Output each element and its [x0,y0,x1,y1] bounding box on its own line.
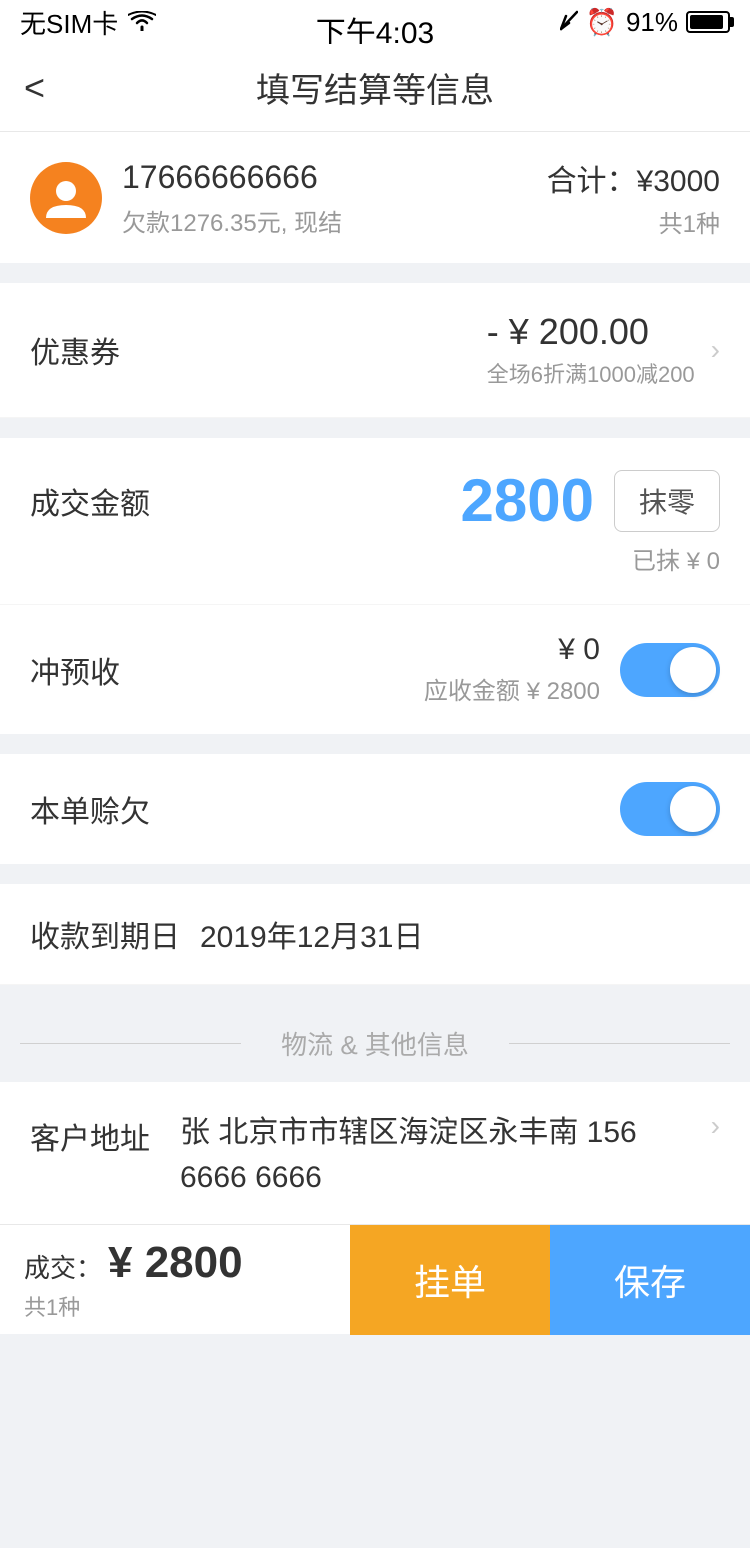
coupon-desc: 全场6折满1000减200 [487,357,695,389]
address-chevron-icon: › [711,1110,720,1142]
prepay-desc: 应收金额 ¥ 2800 [424,671,600,706]
deal-sub-text: 已抹 ¥ 0 [30,541,720,576]
round-zero-button[interactable]: 抹零 [614,470,720,532]
debt-toggle-knob [670,786,716,832]
prepay-label: 冲预收 [30,648,120,692]
status-bar: 无SIM卡 下午4:03 ⏰ 91% [0,0,750,44]
location-icon [560,7,578,38]
section-divider-2 [0,734,750,754]
carrier-text: 无SIM卡 [20,4,118,41]
nav-bar: < 填写结算等信息 [0,44,750,132]
bottom-deal-row: 成交： ¥ 2800 [24,1238,326,1288]
status-left: 无SIM卡 [20,4,156,41]
coupon-value: - ¥ 200.00 [487,311,695,353]
coupon-row[interactable]: 优惠券 - ¥ 200.00 全场6折满1000减200 › [0,283,750,418]
wifi-icon [128,7,156,38]
customer-left: 17666666666 欠款1276.35元, 现结 [30,157,342,238]
prepay-toggle[interactable] [620,643,720,697]
bottom-count: 共1种 [24,1290,326,1322]
page-title: 填写结算等信息 [256,63,494,112]
section-divider-1 [0,418,750,438]
bottom-bar: 成交： ¥ 2800 共1种 挂单 保存 [0,1224,750,1334]
logistics-line-left [20,1043,241,1044]
deal-amount-value: 2800 [461,466,594,535]
chevron-right-icon: › [711,334,720,366]
hang-order-button[interactable]: 挂单 [350,1225,550,1335]
coupon-right: - ¥ 200.00 全场6折满1000减200 › [487,311,720,389]
section-divider-3 [0,864,750,884]
address-section[interactable]: 客户地址 张 北京市市辖区海淀区永丰南 156 6666 6666 › [0,1082,750,1228]
avatar [30,162,102,234]
deal-amount-label: 成交金额 [30,479,150,523]
bottom-summary: 成交： ¥ 2800 共1种 [0,1238,350,1322]
save-button[interactable]: 保存 [550,1225,750,1335]
address-value: 张 北京市市辖区海淀区永丰南 156 6666 6666 [180,1110,695,1200]
bottom-deal-label: 成交： [24,1248,102,1285]
back-button[interactable]: < [24,67,45,109]
deal-amount-section: 成交金额 2800 抹零 已抹 ¥ 0 [0,438,750,605]
address-label: 客户地址 [30,1114,150,1158]
prepay-value-block: ¥ 0 应收金额 ¥ 2800 [424,633,600,706]
total-count: 共1种 [547,204,720,239]
deal-right: 2800 抹零 [461,466,721,535]
logistics-divider: 物流 & 其他信息 [0,1005,750,1082]
customer-right: 合计：¥3000 共1种 [547,156,720,239]
due-date-value: 2019年12月31日 [200,912,423,956]
due-label: 收款到期日 [30,912,180,956]
prepay-value: ¥ 0 [424,633,600,667]
due-date-section: 收款到期日 2019年12月31日 [0,884,750,985]
coupon-value-block: - ¥ 200.00 全场6折满1000减200 [487,311,695,389]
customer-phone: 17666666666 [122,157,342,199]
coupon-label: 优惠券 [30,328,120,372]
battery-icon [686,11,730,33]
deal-row: 成交金额 2800 抹零 [30,466,720,535]
battery-percent: 91% [626,7,678,38]
customer-section: 17666666666 欠款1276.35元, 现结 合计：¥3000 共1种 [0,132,750,263]
logistics-line-right [509,1043,730,1044]
customer-info: 17666666666 欠款1276.35元, 现结 [122,157,342,238]
section-divider-4 [0,985,750,1005]
prepay-section: 冲预收 ¥ 0 应收金额 ¥ 2800 [0,605,750,734]
debt-section: 本单赊欠 [0,754,750,864]
bottom-deal-amount: ¥ 2800 [108,1238,243,1288]
logistics-text: 物流 & 其他信息 [281,1025,469,1062]
debt-label: 本单赊欠 [30,787,150,831]
status-right: ⏰ 91% [560,7,730,38]
debt-toggle[interactable] [620,782,720,836]
toggle-knob [670,647,716,693]
alarm-icon: ⏰ [586,7,618,38]
total-amount: 合计：¥3000 [547,156,720,200]
due-row: 收款到期日 2019年12月31日 [30,912,720,956]
content: 17666666666 欠款1276.35元, 现结 合计：¥3000 共1种 … [0,132,750,1548]
customer-debt: 欠款1276.35元, 现结 [122,203,342,238]
prepay-right: ¥ 0 应收金额 ¥ 2800 [424,633,720,706]
